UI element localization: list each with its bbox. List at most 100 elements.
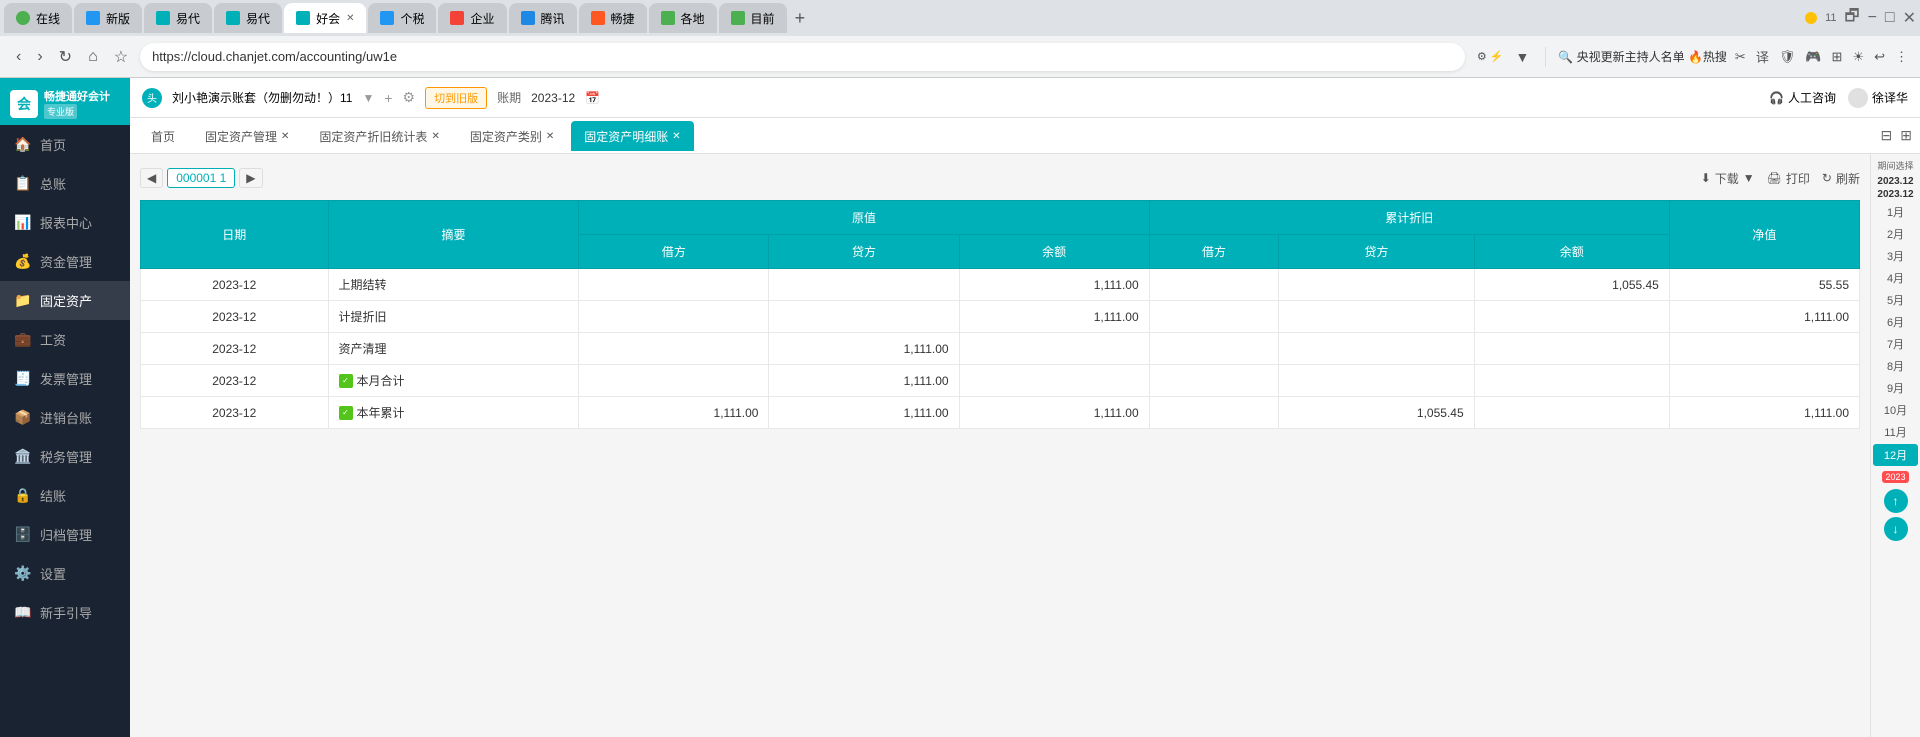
favicon-online xyxy=(16,11,30,25)
scroll-up-btn[interactable]: ↑ xyxy=(1884,489,1908,513)
period-month-4[interactable]: 4月 xyxy=(1871,267,1920,289)
sidebar-item-archive[interactable]: 🗄️ 归档管理 xyxy=(0,515,130,554)
game-icon[interactable]: 🎮 xyxy=(1805,49,1821,65)
period-month-9[interactable]: 9月 xyxy=(1871,377,1920,399)
calendar-icon[interactable]: 📅 xyxy=(585,91,600,105)
sidebar-item-ledger[interactable]: 📋 总账 xyxy=(0,164,130,203)
next-page-btn[interactable]: ▶ xyxy=(239,168,262,188)
print-btn[interactable]: 🖨 打印 xyxy=(1767,170,1810,187)
browser-tab-online[interactable]: 在线 xyxy=(4,3,72,33)
period-month-11[interactable]: 11月 xyxy=(1871,421,1920,443)
home-button[interactable]: ⌂ xyxy=(84,46,102,68)
grid-icon[interactable]: ⊞ xyxy=(1832,49,1843,65)
th-accumulated-depreciation: 累计折旧 xyxy=(1149,201,1669,235)
shield-icon[interactable]: 🛡 xyxy=(1779,49,1796,65)
back-button[interactable]: ‹ xyxy=(12,46,25,68)
sidebar-item-invoice[interactable]: 🧾 发票管理 xyxy=(0,359,130,398)
browser-tab-muqian[interactable]: 目前 xyxy=(719,3,787,33)
expand-address-btn[interactable]: ▼ xyxy=(1511,47,1533,67)
period-year1[interactable]: 2023.12 xyxy=(1876,175,1914,188)
period-month-5[interactable]: 5月 xyxy=(1871,289,1920,311)
sidebar-item-fixed-assets[interactable]: 📁 固定资产 xyxy=(0,281,130,320)
window-minimize-btn[interactable]: − xyxy=(1868,9,1877,27)
forward-button[interactable]: › xyxy=(33,46,46,68)
user-btn[interactable]: 徐译华 xyxy=(1848,88,1908,108)
sidebar-label-settings: 设置 xyxy=(40,564,66,583)
browser-tab-gedi[interactable]: 各地 xyxy=(649,3,717,33)
close-fixed-mgmt-tab[interactable]: ✕ xyxy=(281,131,289,142)
page-tab-depreciation-stats[interactable]: 固定资产折旧统计表 ✕ xyxy=(306,121,452,151)
maximize-panel-btn[interactable]: ⊞ xyxy=(1900,127,1912,144)
favicon-geshui xyxy=(380,11,394,25)
period-month-6[interactable]: 6月 xyxy=(1871,311,1920,333)
period-year2[interactable]: 2023.12 xyxy=(1876,188,1914,201)
browser-tab-geshui[interactable]: 个税 xyxy=(368,3,436,33)
support-btn[interactable]: 🎧 人工咨询 xyxy=(1769,89,1836,106)
period-month-1[interactable]: 1月 xyxy=(1871,201,1920,223)
close-dep-stats-tab[interactable]: ✕ xyxy=(431,131,439,142)
period-month-12[interactable]: 12月 xyxy=(1873,444,1917,466)
minimize-panel-btn[interactable]: ⊟ xyxy=(1881,127,1893,144)
tab-close-haokuai[interactable]: ✕ xyxy=(346,13,354,24)
row5-summary: ✓ 本年累计 xyxy=(328,397,579,429)
browser-tab-yidai2[interactable]: 易代 xyxy=(214,3,282,33)
year-badge: 2023 xyxy=(1882,471,1908,483)
window-restore-btn[interactable]: 🗗 xyxy=(1845,5,1860,32)
period-month-7[interactable]: 7月 xyxy=(1871,333,1920,355)
sidebar-item-home[interactable]: 🏠 首页 xyxy=(0,125,130,164)
refresh-btn[interactable]: ↻ 刷新 xyxy=(1822,170,1860,187)
period-month-8[interactable]: 8月 xyxy=(1871,355,1920,377)
browser-tab-yidai1[interactable]: 易代 xyxy=(144,3,212,33)
inventory-icon: 📦 xyxy=(14,409,32,426)
browser-tab-changjie[interactable]: 畅捷 xyxy=(579,3,647,33)
scroll-down-btn[interactable]: ↓ xyxy=(1884,517,1908,541)
download-btn[interactable]: ⬇ 下载 ▼ xyxy=(1701,170,1755,187)
window-close-btn[interactable]: ✕ xyxy=(1903,8,1916,28)
sidebar-item-payroll[interactable]: 💼 工资 xyxy=(0,320,130,359)
close-category-tab[interactable]: ✕ xyxy=(546,131,554,142)
page-tab-detail-ledger[interactable]: 固定资产明细账 ✕ xyxy=(571,121,693,151)
sidebar-item-close[interactable]: 🔒 结账 xyxy=(0,476,130,515)
row2-accum-credit xyxy=(1279,301,1474,333)
period-month-10[interactable]: 10月 xyxy=(1871,399,1920,421)
page-tab-fixed-mgmt[interactable]: 固定资产管理 ✕ xyxy=(192,121,302,151)
sidebar-item-reports[interactable]: 📊 报表中心 xyxy=(0,203,130,242)
sidebar-item-funds[interactable]: 💰 资金管理 xyxy=(0,242,130,281)
switch-to-old-btn[interactable]: 切到旧版 xyxy=(425,87,487,109)
scissors-icon[interactable]: ✂ xyxy=(1735,49,1746,65)
more-icon[interactable]: ⋮ xyxy=(1895,49,1908,65)
sidebar-item-settings[interactable]: ⚙️ 设置 xyxy=(0,554,130,593)
browser-tab-qiye[interactable]: 企业 xyxy=(438,3,506,33)
translate-icon[interactable]: 译 xyxy=(1756,47,1769,66)
settings-small-icon[interactable]: ⚙ xyxy=(403,89,416,106)
row5-summary-text: 本年累计 xyxy=(357,404,405,421)
reload-button[interactable]: ↻ xyxy=(55,45,76,69)
undo-icon[interactable]: ↩ xyxy=(1874,49,1885,65)
period-month-2[interactable]: 2月 xyxy=(1871,223,1920,245)
sidebar-item-guide[interactable]: 📖 新手引导 xyxy=(0,593,130,632)
notif-badge[interactable] xyxy=(1805,12,1817,24)
row1-accum-credit xyxy=(1279,269,1474,301)
address-input[interactable] xyxy=(140,43,1465,71)
add-tab-button[interactable]: + xyxy=(789,8,812,29)
browser-tab-haokuai[interactable]: 好会 ✕ xyxy=(284,3,366,33)
favicon-tencent xyxy=(521,11,535,25)
sun-icon[interactable]: ☀ xyxy=(1852,49,1864,65)
close-detail-tab[interactable]: ✕ xyxy=(672,131,680,142)
page-tab-category[interactable]: 固定资产类别 ✕ xyxy=(457,121,567,151)
window-maximize-btn[interactable]: □ xyxy=(1885,9,1895,27)
browser-tab-tencent[interactable]: 腾讯 xyxy=(509,3,577,33)
bookmark-button[interactable]: ☆ xyxy=(110,45,132,69)
row1-accum-debit xyxy=(1149,269,1279,301)
refresh-icon: ↻ xyxy=(1822,171,1832,185)
account-dropdown-icon[interactable]: ▼ xyxy=(362,91,374,105)
sidebar-item-inventory[interactable]: 📦 进销台账 xyxy=(0,398,130,437)
prev-page-btn[interactable]: ◀ xyxy=(140,168,163,188)
add-account-icon[interactable]: + xyxy=(384,90,392,106)
fixed-assets-icon: 📁 xyxy=(14,292,32,309)
sidebar-item-tax[interactable]: 🏛️ 税务管理 xyxy=(0,437,130,476)
period-month-3[interactable]: 3月 xyxy=(1871,245,1920,267)
tab-bar: 在线 新版 易代 易代 好会 ✕ 个税 企业 腾讯 xyxy=(0,0,1920,36)
browser-tab-new[interactable]: 新版 xyxy=(74,3,142,33)
page-tab-home[interactable]: 首页 xyxy=(138,121,188,151)
